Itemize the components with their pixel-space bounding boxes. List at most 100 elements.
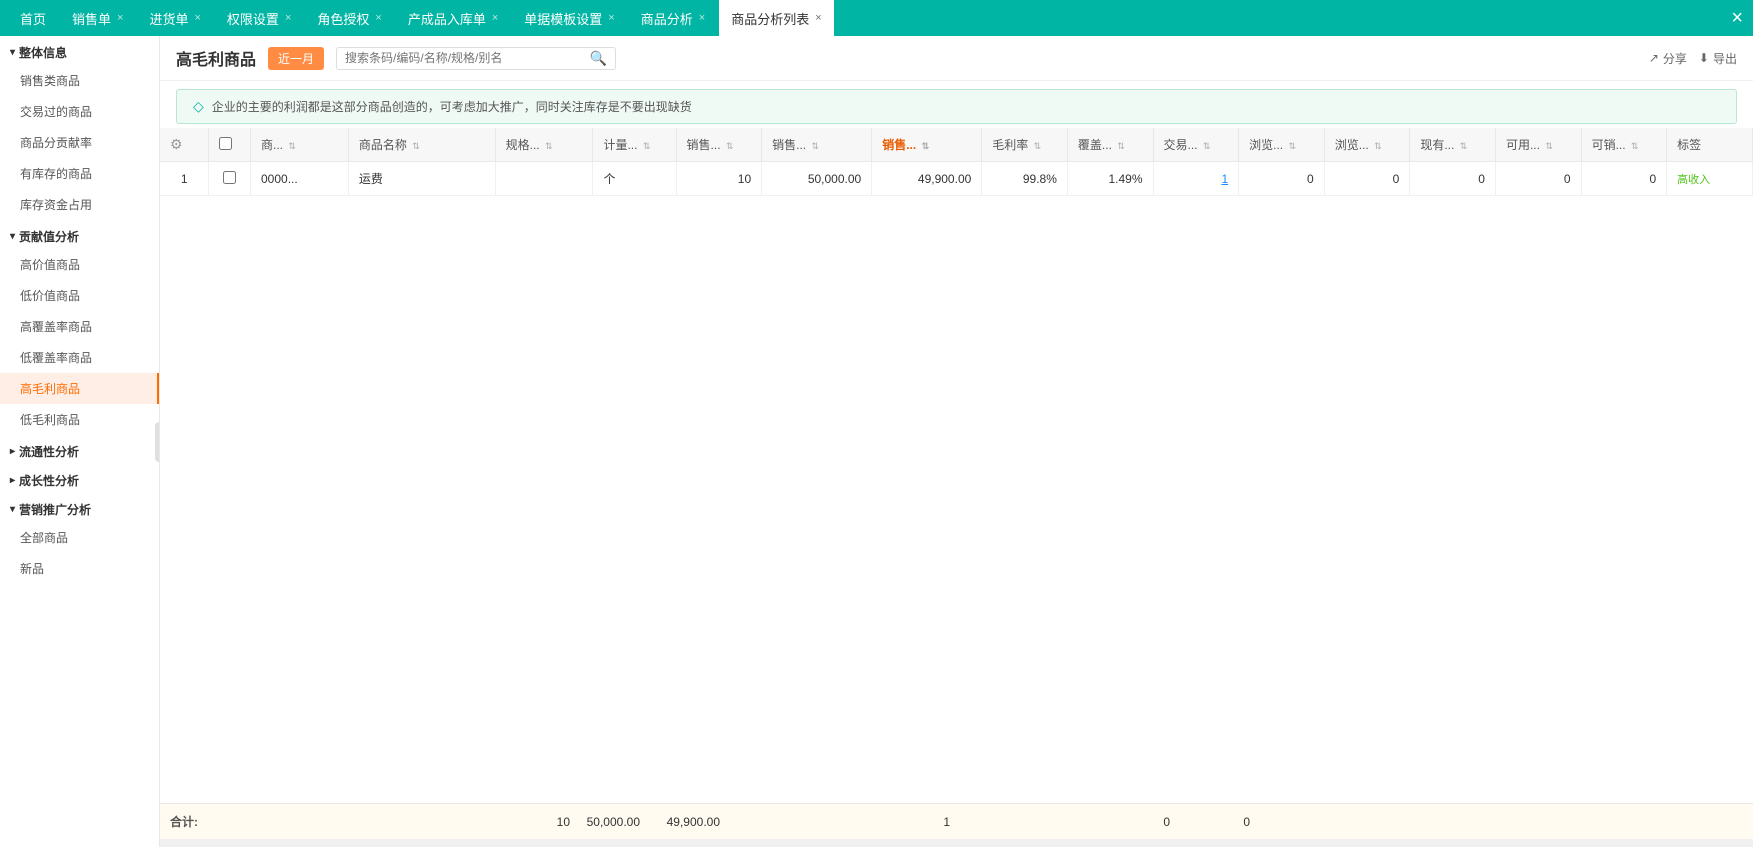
sidebar-item-low-margin[interactable]: 低毛利商品	[0, 404, 159, 435]
close-inbound-tab[interactable]: ×	[492, 12, 498, 24]
sidebar-item-stock-fund[interactable]: 库存资金占用	[0, 189, 159, 220]
cell-unit: 个	[593, 162, 676, 196]
sidebar-item-sales-goods[interactable]: 销售类商品	[0, 65, 159, 96]
sort-trade-icon[interactable]: ⇅	[1203, 141, 1211, 151]
sort-cover-icon[interactable]: ⇅	[1117, 141, 1125, 151]
sort-unit-icon[interactable]: ⇅	[643, 141, 651, 151]
sidebar: « ▾ 整体信息 销售类商品 交易过的商品 商品分贡献率 有库存的商品 库存资金…	[0, 36, 160, 847]
sidebar-item-traded-goods[interactable]: 交易过的商品	[0, 96, 159, 127]
close-all-tabs-button[interactable]: ×	[1731, 7, 1743, 30]
row-checkbox[interactable]	[223, 171, 236, 184]
nav-analysis[interactable]: 商品分析 ×	[629, 0, 717, 36]
close-analysis-tab[interactable]: ×	[699, 12, 705, 24]
nav-home[interactable]: 首页	[8, 0, 58, 36]
sidebar-group-overall[interactable]: ▾ 整体信息	[0, 36, 159, 65]
close-analysis-list-tab[interactable]: ×	[815, 12, 821, 24]
col-header-sales-amt[interactable]: 销售... ⇅	[762, 128, 872, 162]
sort-browse2-icon[interactable]: ⇅	[1374, 141, 1382, 151]
sidebar-item-low-value[interactable]: 低价值商品	[0, 280, 159, 311]
col-header-sale[interactable]: 可销... ⇅	[1581, 128, 1667, 162]
top-navigation: 首页 销售单 × 进货单 × 权限设置 × 角色授权 × 产成品入库单 × 单据…	[0, 0, 1753, 36]
sidebar-item-high-value[interactable]: 高价值商品	[0, 249, 159, 280]
search-icon[interactable]: 🔍	[590, 50, 607, 67]
filter-recent-month-button[interactable]: 近一月	[268, 47, 324, 70]
col-header-settings[interactable]: ⚙	[160, 128, 209, 162]
cell-code: 0000...	[251, 162, 349, 196]
sidebar-group-flow[interactable]: ▸ 流通性分析	[0, 435, 159, 464]
col-header-browse1[interactable]: 浏览... ⇅	[1239, 128, 1325, 162]
select-all-checkbox[interactable]	[219, 137, 232, 150]
sort-sale-icon[interactable]: ⇅	[1631, 141, 1639, 151]
col-header-cover[interactable]: 覆盖... ⇅	[1067, 128, 1153, 162]
col-header-name[interactable]: 商品名称 ⇅	[348, 128, 495, 162]
col-header-avail[interactable]: 可用... ⇅	[1495, 128, 1581, 162]
main-layout: « ▾ 整体信息 销售类商品 交易过的商品 商品分贡献率 有库存的商品 库存资金…	[0, 36, 1753, 847]
sort-sales-qty-icon[interactable]: ⇅	[726, 141, 734, 151]
nav-roles[interactable]: 角色授权 ×	[305, 0, 393, 36]
sidebar-collapse-button[interactable]: «	[155, 422, 160, 462]
chevron-marketing-icon: ▾	[10, 504, 15, 515]
col-header-spec[interactable]: 规格... ⇅	[495, 128, 593, 162]
col-header-code[interactable]: 商... ⇅	[251, 128, 349, 162]
sidebar-item-new-goods[interactable]: 新品	[0, 553, 159, 584]
cell-trade[interactable]: 1	[1153, 162, 1239, 196]
col-header-sales-profit[interactable]: 销售... ⇅	[872, 128, 982, 162]
content-area: 高毛利商品 近一月 🔍 ↗ 分享 ⬇ 导出 ◇ 企业的主要的利润都是这部分商品创…	[160, 36, 1753, 847]
sidebar-item-high-margin[interactable]: 高毛利商品	[0, 373, 159, 404]
footer-sales-amt: 50,000.00	[570, 815, 650, 829]
sidebar-item-in-stock[interactable]: 有库存的商品	[0, 158, 159, 189]
nav-purchase[interactable]: 进货单 ×	[137, 0, 212, 36]
share-button[interactable]: ↗ 分享	[1649, 50, 1687, 67]
sidebar-item-contribution[interactable]: 商品分贡献率	[0, 127, 159, 158]
sort-avail-icon[interactable]: ⇅	[1545, 141, 1553, 151]
info-icon: ◇	[193, 98, 204, 115]
col-header-margin[interactable]: 毛利率 ⇅	[982, 128, 1068, 162]
close-template-tab[interactable]: ×	[608, 12, 614, 24]
sort-stock-icon[interactable]: ⇅	[1460, 141, 1468, 151]
close-purchase-tab[interactable]: ×	[194, 12, 200, 24]
settings-icon[interactable]: ⚙	[170, 136, 183, 152]
data-table-wrapper: ⚙ 商... ⇅ 商品名称 ⇅	[160, 128, 1753, 803]
export-icon: ⬇	[1699, 51, 1709, 65]
sidebar-item-high-cover[interactable]: 高覆盖率商品	[0, 311, 159, 342]
horizontal-scrollbar[interactable]	[160, 839, 1753, 847]
page-title: 高毛利商品	[176, 46, 256, 70]
col-header-tag[interactable]: 标签	[1667, 128, 1753, 162]
footer-trade: 1	[880, 815, 960, 829]
export-button[interactable]: ⬇ 导出	[1699, 50, 1737, 67]
nav-analysis-list[interactable]: 商品分析列表 ×	[719, 0, 833, 36]
sidebar-item-all-goods[interactable]: 全部商品	[0, 522, 159, 553]
sidebar-group-marketing[interactable]: ▾ 营销推广分析	[0, 493, 159, 522]
search-input[interactable]	[345, 51, 590, 65]
nav-sales[interactable]: 销售单 ×	[60, 0, 135, 36]
footer-label: 合计:	[170, 813, 290, 830]
sidebar-item-low-cover[interactable]: 低覆盖率商品	[0, 342, 159, 373]
cell-check[interactable]	[209, 162, 251, 196]
sort-browse1-icon[interactable]: ⇅	[1288, 141, 1296, 151]
sidebar-group-contribution[interactable]: ▾ 贡献值分析	[0, 220, 159, 249]
nav-inbound[interactable]: 产成品入库单 ×	[396, 0, 510, 36]
cell-browse1: 0	[1239, 162, 1325, 196]
col-header-stock[interactable]: 现有... ⇅	[1410, 128, 1496, 162]
sort-margin-icon[interactable]: ⇅	[1034, 141, 1042, 151]
footer-sales-profit: 49,900.00	[650, 815, 730, 829]
sort-sales-amt-icon[interactable]: ⇅	[812, 141, 820, 151]
nav-template[interactable]: 单据模板设置 ×	[512, 0, 626, 36]
col-header-sales-qty[interactable]: 销售... ⇅	[676, 128, 762, 162]
close-permissions-tab[interactable]: ×	[285, 12, 291, 24]
close-roles-tab[interactable]: ×	[375, 12, 381, 24]
close-sales-tab[interactable]: ×	[117, 12, 123, 24]
col-header-browse2[interactable]: 浏览... ⇅	[1324, 128, 1410, 162]
col-header-check[interactable]	[209, 128, 251, 162]
sort-sales-profit-icon[interactable]: ⇅	[922, 141, 930, 151]
nav-permissions[interactable]: 权限设置 ×	[215, 0, 303, 36]
table-row: 1 0000... 运费 个 10 50,000.00 49,900.00 99…	[160, 162, 1753, 196]
sidebar-group-growth[interactable]: ▸ 成长性分析	[0, 464, 159, 493]
cell-cover: 1.49%	[1067, 162, 1153, 196]
col-header-unit[interactable]: 计量... ⇅	[593, 128, 676, 162]
footer-stock: 0	[1100, 815, 1180, 829]
sort-spec-icon[interactable]: ⇅	[545, 141, 553, 151]
sort-name-icon[interactable]: ⇅	[412, 141, 420, 151]
sort-code-icon[interactable]: ⇅	[288, 141, 296, 151]
col-header-trade[interactable]: 交易... ⇅	[1153, 128, 1239, 162]
